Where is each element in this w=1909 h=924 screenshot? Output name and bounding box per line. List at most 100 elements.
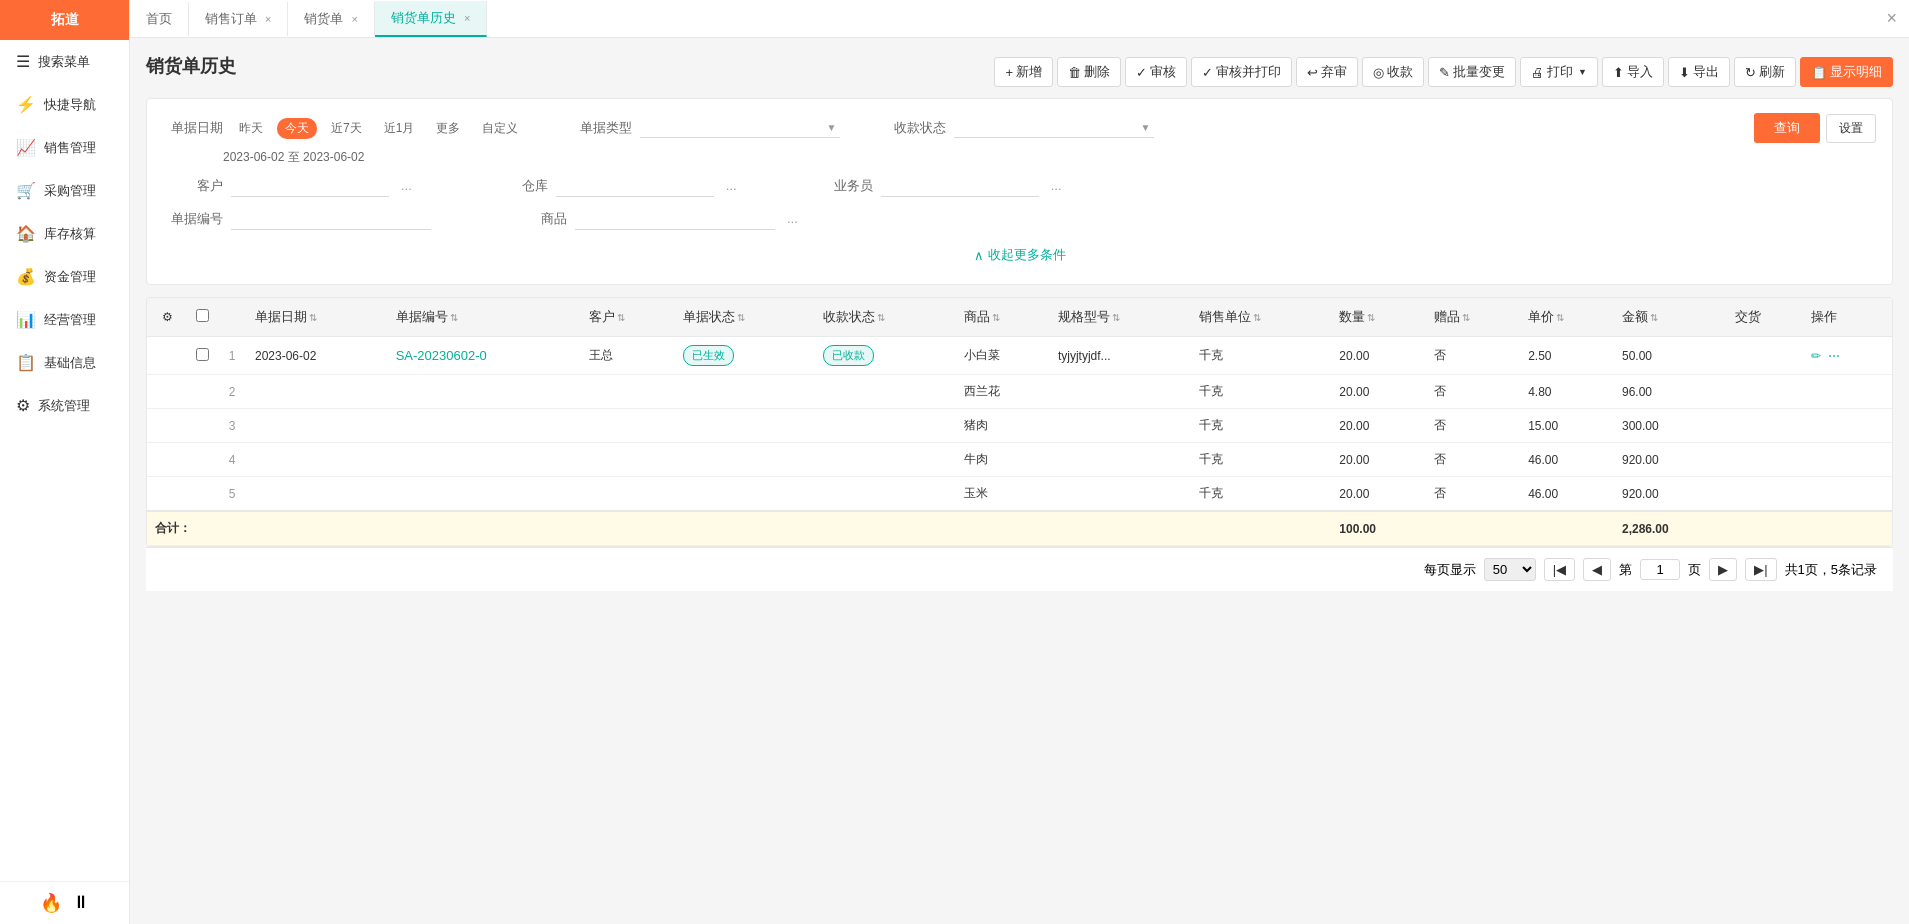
tab-sales-order-label: 销售订单: [205, 10, 257, 28]
salesperson-input[interactable]: [881, 174, 1039, 197]
transaction-cell: [1727, 375, 1803, 409]
checkbox-cell[interactable]: [187, 375, 217, 409]
delete-button[interactable]: 🗑 删除: [1057, 57, 1121, 87]
col-gift[interactable]: 赠品⇅: [1426, 298, 1520, 337]
show-details-button[interactable]: 📋 显示明细: [1800, 57, 1893, 87]
page-label: 第: [1619, 561, 1632, 579]
col-date[interactable]: 单据日期⇅: [247, 298, 388, 337]
print-button[interactable]: 🖨 打印: [1520, 57, 1598, 87]
sidebar-item-finance[interactable]: 💰 资金管理: [0, 255, 129, 298]
date-btn-custom[interactable]: 自定义: [474, 118, 526, 139]
col-amount[interactable]: 金额⇅: [1614, 298, 1727, 337]
collect-button[interactable]: ◎ 收款: [1362, 57, 1424, 87]
audit-print-button[interactable]: ✓ 审核并打印: [1191, 57, 1292, 87]
col-gear[interactable]: ⚙: [147, 298, 187, 337]
prev-page-button[interactable]: ◀: [1583, 558, 1611, 581]
sidebar-item-sys-mgmt[interactable]: ⚙ 系统管理: [0, 384, 129, 427]
bottom-icon-pause[interactable]: ⏸: [72, 892, 90, 914]
tab-sales-delivery[interactable]: 销货单 ×: [288, 2, 374, 36]
warehouse-input[interactable]: [556, 174, 714, 197]
col-price[interactable]: 单价⇅: [1520, 298, 1614, 337]
tab-sales-history-label: 销货单历史: [391, 9, 456, 27]
sidebar-item-search-menu[interactable]: ☰ 搜索菜单: [0, 40, 129, 83]
sidebar-item-label: 采购管理: [44, 182, 96, 200]
row-checkbox[interactable]: [196, 348, 209, 361]
col-checkbox[interactable]: [187, 298, 217, 337]
date-btn-7days[interactable]: 近7天: [323, 118, 370, 139]
goods-input[interactable]: [575, 207, 775, 230]
first-page-button[interactable]: |◀: [1544, 558, 1575, 581]
query-buttons: 查询 设置: [1754, 113, 1876, 143]
import-button[interactable]: ⬆ 导入: [1602, 57, 1664, 87]
checkbox-cell[interactable]: [187, 443, 217, 477]
rownum-cell: 4: [217, 443, 247, 477]
col-qty[interactable]: 数量⇅: [1331, 298, 1426, 337]
date-btn-1month[interactable]: 近1月: [376, 118, 423, 139]
goods-cell: 小白菜: [956, 337, 1050, 375]
pay-status-badge: 已收款: [823, 345, 874, 366]
tab-sales-history-close[interactable]: ×: [464, 12, 470, 24]
per-page-select[interactable]: 50 100 200: [1484, 558, 1536, 581]
batch-change-button[interactable]: ✎ 批量变更: [1428, 57, 1516, 87]
col-paystatus[interactable]: 收款状态⇅: [815, 298, 956, 337]
sidebar-item-basic-info[interactable]: 📋 基础信息: [0, 341, 129, 384]
tab-sales-order-close[interactable]: ×: [265, 13, 271, 25]
tab-sales-delivery-close[interactable]: ×: [351, 13, 357, 25]
customer-dots[interactable]: ...: [401, 178, 412, 193]
bottom-icon-fire[interactable]: 🔥: [40, 892, 62, 914]
tab-home[interactable]: 首页: [130, 2, 189, 36]
col-customer[interactable]: 客户⇅: [581, 298, 675, 337]
current-page-input[interactable]: [1640, 559, 1680, 580]
docnum-input[interactable]: [231, 207, 431, 230]
tab-sales-order[interactable]: 销售订单 ×: [189, 2, 288, 36]
date-btn-yesterday[interactable]: 昨天: [231, 118, 271, 139]
query-button[interactable]: 查询: [1754, 113, 1820, 143]
page-content: 销货单历史 + 新增 🗑 删除 ✓ 审核 ✓ 审核并打印: [130, 38, 1909, 924]
date-btn-today[interactable]: 今天: [277, 118, 317, 139]
sidebar-item-quick-nav[interactable]: ⚡ 快捷导航: [0, 83, 129, 126]
sidebar-item-ops-mgmt[interactable]: 📊 经营管理: [0, 298, 129, 341]
col-unit[interactable]: 销售单位⇅: [1191, 298, 1332, 337]
more-action-button[interactable]: ⋯: [1828, 349, 1840, 363]
collapse-button[interactable]: ∧ 收起更多条件: [974, 246, 1066, 264]
audit-button[interactable]: ✓ 审核: [1125, 57, 1187, 87]
edit-action-button[interactable]: ✏: [1811, 349, 1821, 363]
checkbox-cell[interactable]: [187, 409, 217, 443]
col-docstatus[interactable]: 单据状态⇅: [675, 298, 816, 337]
goods-dots[interactable]: ...: [787, 211, 798, 226]
sidebar-item-purchase-mgmt[interactable]: 🛒 采购管理: [0, 169, 129, 212]
table-row: 4 牛肉 千克 20.00 否 46.00 920.00: [147, 443, 1892, 477]
col-docnum[interactable]: 单据编号⇅: [388, 298, 581, 337]
col-spec[interactable]: 规格型号⇅: [1050, 298, 1191, 337]
page-suffix: 页: [1688, 561, 1701, 579]
sidebar-item-inventory[interactable]: 🏠 库存核算: [0, 212, 129, 255]
select-all-checkbox[interactable]: [196, 309, 209, 322]
date-btn-more[interactable]: 更多: [428, 118, 468, 139]
add-button[interactable]: + 新增: [994, 57, 1053, 87]
col-goods[interactable]: 商品⇅: [956, 298, 1050, 337]
refresh-button[interactable]: ↻ 刷新: [1734, 57, 1796, 87]
sort-customer-icon: ⇅: [617, 312, 625, 323]
tab-sales-history[interactable]: 销货单历史 ×: [375, 1, 487, 37]
status-filter-select[interactable]: ▼: [954, 118, 1154, 138]
customer-input[interactable]: [231, 174, 389, 197]
checkbox-cell[interactable]: [187, 337, 217, 375]
settings-button[interactable]: 设置: [1826, 114, 1876, 143]
export-button[interactable]: ⬇ 导出: [1668, 57, 1730, 87]
docnum-link[interactable]: SA-20230602-0: [396, 348, 487, 363]
last-page-button[interactable]: ▶|: [1745, 558, 1776, 581]
type-filter-select[interactable]: ▼: [640, 118, 840, 138]
gear-cell: [147, 409, 187, 443]
close-all-tabs-button[interactable]: ×: [1874, 0, 1909, 37]
abandon-button[interactable]: ↩ 弃审: [1296, 57, 1358, 87]
checkbox-cell[interactable]: [187, 477, 217, 512]
table-row: 1 2023-06-02 SA-20230602-0 王总 已生效 已收款 小白…: [147, 337, 1892, 375]
sidebar-item-sales-mgmt[interactable]: 📈 销售管理: [0, 126, 129, 169]
warehouse-dots[interactable]: ...: [726, 178, 737, 193]
docnum-cell[interactable]: SA-20230602-0: [388, 337, 581, 375]
price-cell: 15.00: [1520, 409, 1614, 443]
salesperson-dots[interactable]: ...: [1051, 178, 1062, 193]
next-page-button[interactable]: ▶: [1709, 558, 1737, 581]
sort-goods-icon: ⇅: [992, 312, 1000, 323]
type-select-arrow: ▼: [826, 122, 836, 133]
